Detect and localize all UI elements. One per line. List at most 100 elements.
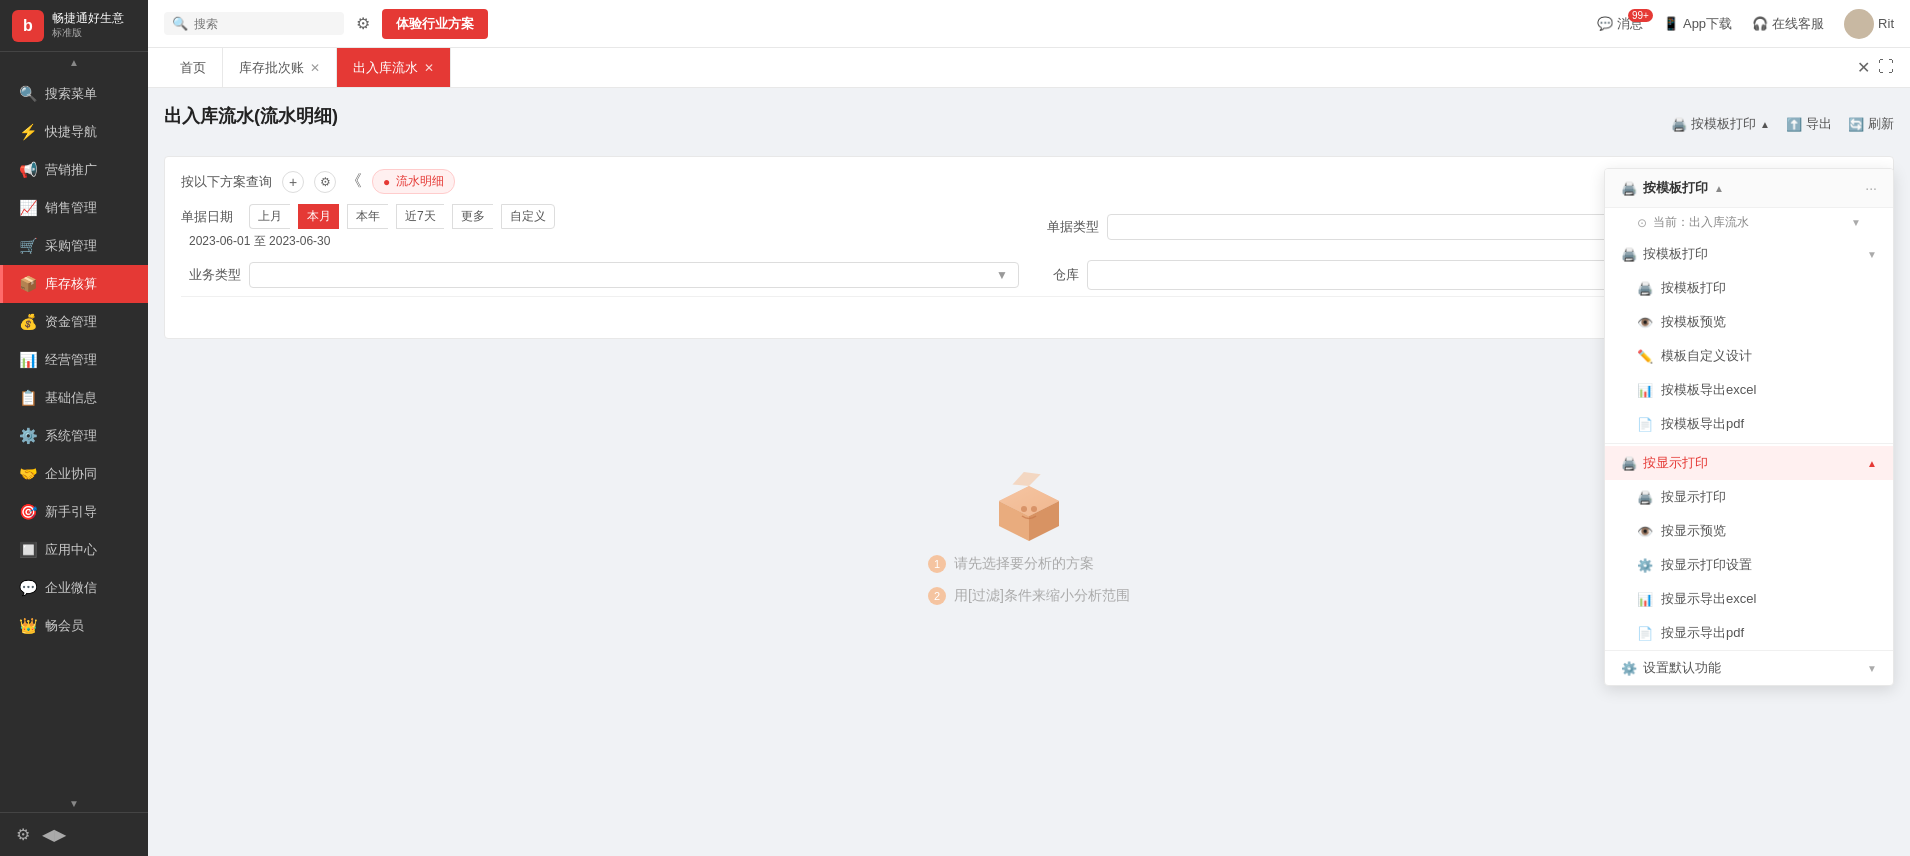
search-collapse-icon[interactable]: 《 <box>346 171 362 192</box>
display-pdf-item[interactable]: 📄 按显示导出pdf <box>1605 616 1893 650</box>
business-type-select[interactable]: ▼ <box>249 262 1019 288</box>
sidebar-logo: b 畅捷通好生意 标准版 <box>0 0 148 52</box>
online-service-button[interactable]: 🎧 在线客服 <box>1752 15 1824 33</box>
display-settings-item[interactable]: ⚙️ 按显示打印设置 <box>1605 548 1893 582</box>
apps-icon: 🔲 <box>19 541 37 559</box>
sidebar-item-wechat[interactable]: 💬 企业微信 <box>0 569 148 607</box>
display-print-header[interactable]: 🖨️ 按显示打印 ▲ <box>1605 446 1893 480</box>
display-section-arrow: ▲ <box>1867 458 1877 469</box>
settings-icon[interactable]: ⚙ <box>16 825 30 844</box>
date-btn-custom[interactable]: 自定义 <box>501 204 555 229</box>
display-printer-icon: 🖨️ <box>1637 490 1653 505</box>
sidebar-item-inventory[interactable]: 📦 库存核算 <box>0 265 148 303</box>
content-area: 出入库流水(流水明细) 🖨️ 按模板打印 ▲ ⬆️ 导出 🔄 刷新 <box>148 88 1910 856</box>
message-button[interactable]: 💬 消息 99+ <box>1597 15 1643 33</box>
template-design-label: 模板自定义设计 <box>1661 347 1752 365</box>
sidebar-item-finance[interactable]: 💰 资金管理 <box>0 303 148 341</box>
sidebar-item-system[interactable]: ⚙️ 系统管理 <box>0 417 148 455</box>
template-preview-item[interactable]: 👁️ 按模板预览 <box>1605 305 1893 339</box>
sidebar-item-sales[interactable]: 📈 销售管理 <box>0 189 148 227</box>
sidebar-item-search[interactable]: 🔍 搜索菜单 <box>0 75 148 113</box>
date-btn-last-month[interactable]: 上月 <box>249 204 290 229</box>
date-btn-this-year[interactable]: 本年 <box>347 204 388 229</box>
sidebar-item-collab[interactable]: 🤝 企业协同 <box>0 455 148 493</box>
sidebar-item-label: 营销推广 <box>45 161 97 179</box>
search-add-button[interactable]: + <box>282 171 304 193</box>
refresh-button[interactable]: 🔄 刷新 <box>1848 115 1894 133</box>
display-print-header-inner: 🖨️ 按显示打印 <box>1621 454 1708 472</box>
inventory-icon: 📦 <box>19 275 37 293</box>
user-avatar-area[interactable]: Rit <box>1844 9 1894 39</box>
sidebar-item-label: 采购管理 <box>45 237 97 255</box>
app-name-block: 畅捷通好生意 标准版 <box>52 11 124 41</box>
sidebar-item-label: 畅会员 <box>45 617 84 635</box>
date-range-display: 2023-06-01 至 2023-06-30 <box>181 233 330 250</box>
sidebar-footer: ⚙ ◀▶ <box>0 812 148 856</box>
warehouse-label: 仓库 <box>1039 266 1079 284</box>
trial-button[interactable]: 体验行业方案 <box>382 9 488 39</box>
tab-maximize-icon[interactable]: ⛶ <box>1878 58 1894 77</box>
tab-flow-close-icon[interactable]: ✕ <box>424 61 434 75</box>
business-type-field: 业务类型 ▼ <box>181 262 1019 288</box>
avatar <box>1844 9 1874 39</box>
tabbar-right: ✕ ⛶ <box>1857 58 1894 77</box>
display-settings-icon: ⚙️ <box>1637 558 1653 573</box>
dropdown-header: 🖨️ 按模板打印 ▲ ··· <box>1605 169 1893 208</box>
sidebar-item-basic[interactable]: 📋 基础信息 <box>0 379 148 417</box>
tab-close-all-icon[interactable]: ✕ <box>1857 58 1870 77</box>
template-pdf-item[interactable]: 📄 按模板导出pdf <box>1605 407 1893 441</box>
date-btn-this-month[interactable]: 本月 <box>298 204 339 229</box>
dropdown-footer[interactable]: ⚙️ 设置默认功能 ▼ <box>1605 650 1893 685</box>
date-field-label: 单据日期 <box>181 208 233 226</box>
sidebar-scroll-up[interactable]: ▲ <box>0 52 148 71</box>
display-excel-item[interactable]: 📊 按显示导出excel <box>1605 582 1893 616</box>
sidebar-scroll-down[interactable]: ▼ <box>0 793 148 812</box>
filter-tag-stream[interactable]: ● 流水明细 <box>372 169 455 194</box>
current-icon: ⊙ <box>1637 216 1647 230</box>
topbar-search-input[interactable] <box>194 17 314 31</box>
sidebar-item-apps[interactable]: 🔲 应用中心 <box>0 531 148 569</box>
print-template-button[interactable]: 🖨️ 按模板打印 ▲ <box>1671 115 1770 133</box>
tab-batch-close-icon[interactable]: ✕ <box>310 61 320 75</box>
sidebar-item-marketing[interactable]: 📢 营销推广 <box>0 151 148 189</box>
topbar-search-container[interactable]: 🔍 <box>164 12 344 35</box>
topbar-gear-icon[interactable]: ⚙ <box>356 14 370 33</box>
date-field: 单据日期 上月 本月 本年 近7天 更多 自定义 2023-06-01 至 20… <box>181 204 1019 250</box>
dropdown-footer-inner: ⚙️ 设置默认功能 <box>1621 659 1721 677</box>
template-print-header-inner: 🖨️ 按模板打印 <box>1621 245 1708 263</box>
display-settings-label: 按显示打印设置 <box>1661 556 1752 574</box>
display-preview-item[interactable]: 👁️ 按显示预览 <box>1605 514 1893 548</box>
sidebar-item-guide[interactable]: 🎯 新手引导 <box>0 493 148 531</box>
date-range-value: 2023-06-01 至 2023-06-30 <box>189 234 330 248</box>
template-print-label: 按模板打印 <box>1643 245 1708 263</box>
sidebar-item-operations[interactable]: 📊 经营管理 <box>0 341 148 379</box>
sidebar-item-quick-nav[interactable]: ⚡ 快捷导航 <box>0 113 148 151</box>
tab-batch[interactable]: 库存批次账 ✕ <box>223 48 337 87</box>
sidebar-item-member[interactable]: 👑 畅会员 <box>0 607 148 645</box>
page-actions: 🖨️ 按模板打印 ▲ ⬆️ 导出 🔄 刷新 <box>1671 115 1894 133</box>
sidebar-item-label: 快捷导航 <box>45 123 97 141</box>
sidebar-item-purchase[interactable]: 🛒 采购管理 <box>0 227 148 265</box>
dropdown-title: 🖨️ 按模板打印 ▲ <box>1621 179 1724 197</box>
export-label: 导出 <box>1806 115 1832 133</box>
template-design-item[interactable]: ✏️ 模板自定义设计 <box>1605 339 1893 373</box>
sidebar-item-label: 经营管理 <box>45 351 97 369</box>
date-btn-more[interactable]: 更多 <box>452 204 493 229</box>
online-service-label: 在线客服 <box>1772 15 1824 33</box>
date-btn-7days[interactable]: 近7天 <box>396 204 444 229</box>
empty-hint-2: 2 用[过滤]条件来缩小分析范围 <box>928 583 1130 609</box>
collapse-sidebar-icon[interactable]: ◀▶ <box>42 825 66 844</box>
export-button[interactable]: ⬆️ 导出 <box>1786 115 1832 133</box>
dropdown-more-icon[interactable]: ··· <box>1865 180 1877 196</box>
template-print-item[interactable]: 🖨️ 按模板打印 <box>1605 271 1893 305</box>
tab-flow[interactable]: 出入库流水 ✕ <box>337 48 451 87</box>
app-download-button[interactable]: 📱 App下载 <box>1663 15 1732 33</box>
tab-home[interactable]: 首页 <box>164 48 223 87</box>
print-icon: 🖨️ <box>1621 181 1637 196</box>
template-excel-item[interactable]: 📊 按模板导出excel <box>1605 373 1893 407</box>
dropdown-footer-label: 设置默认功能 <box>1643 659 1721 677</box>
template-print-header[interactable]: 🖨️ 按模板打印 ▼ <box>1605 237 1893 271</box>
display-print-item[interactable]: 🖨️ 按显示打印 <box>1605 480 1893 514</box>
design-icon: ✏️ <box>1637 349 1653 364</box>
search-settings-button[interactable]: ⚙ <box>314 171 336 193</box>
